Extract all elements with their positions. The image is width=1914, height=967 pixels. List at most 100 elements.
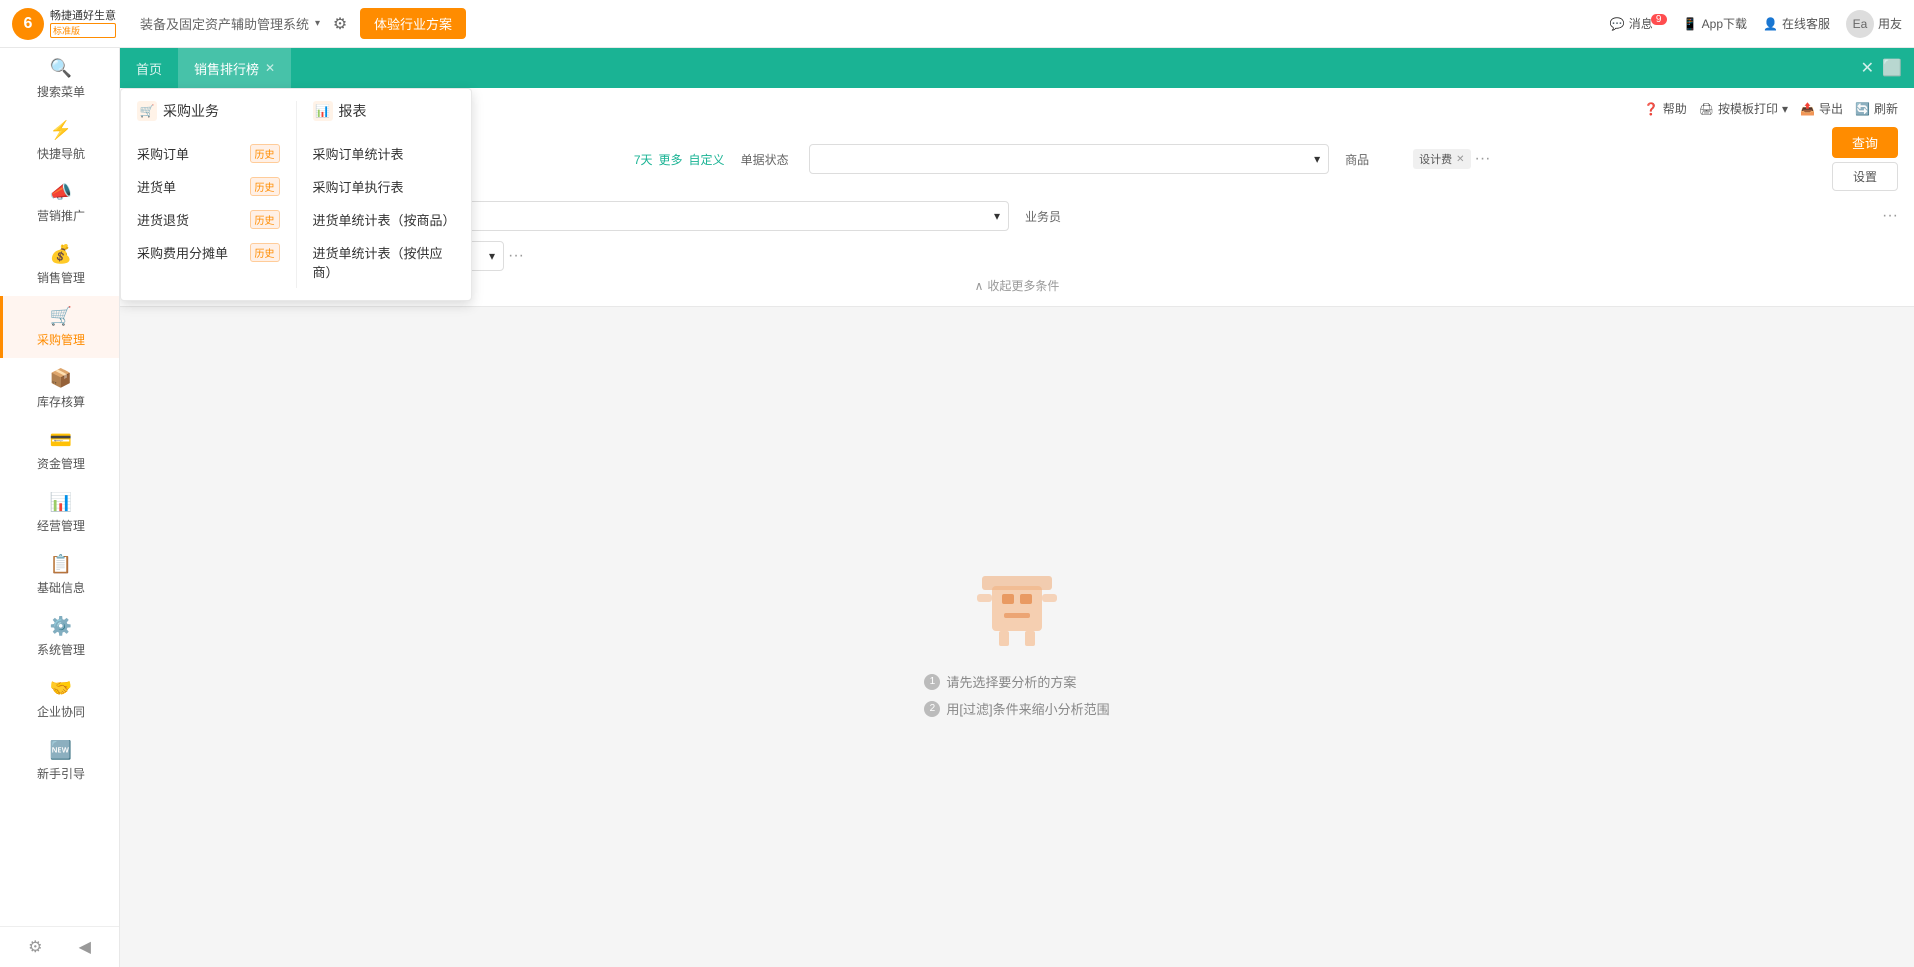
dropdown-item-stock-by-product[interactable]: 进货单统计表（按商品） bbox=[313, 203, 456, 236]
dropdown-item-stock-in[interactable]: 进货单 历史 bbox=[137, 170, 280, 203]
sidebar-item-basic-info[interactable]: 📋 基础信息 bbox=[0, 544, 119, 606]
sidebar-item-sales[interactable]: 💰 销售管理 bbox=[0, 234, 119, 296]
message-label: 消息 bbox=[1629, 15, 1653, 32]
print-action[interactable]: 🖨 按模板打印 ▾ bbox=[1699, 100, 1788, 117]
dropdown-item-po-exec[interactable]: 采购订单执行表 bbox=[313, 170, 456, 203]
customer-dots[interactable]: ··· bbox=[508, 247, 524, 265]
salesman-dots[interactable]: ··· bbox=[1882, 207, 1898, 225]
sidebar-item-finance[interactable]: 💳 资金管理 bbox=[0, 420, 119, 482]
top-header: 6 畅捷通好生意 标准版 装备及固定资产辅助管理系统 ▾ ⚙ 体验行业方案 💬 … bbox=[0, 0, 1914, 48]
dropdown-item-stock-in-label: 进货单 bbox=[137, 177, 176, 196]
salesman-group: 业务员 ··· bbox=[1025, 207, 1898, 225]
logo-area: 6 畅捷通好生意 标准版 bbox=[12, 8, 132, 40]
system-title-area: 装备及固定资产辅助管理系统 ▾ ⚙ 体验行业方案 bbox=[140, 8, 1602, 39]
customer-chevron: ▾ bbox=[489, 249, 495, 263]
product-label: 商品 bbox=[1345, 151, 1405, 168]
brand-badge: 标准版 bbox=[50, 23, 116, 38]
content-area: 首页 销售排行榜 ✕ ✕ ⬜ ❓ 帮助 🖨 按模板打印 bbox=[120, 48, 1914, 967]
setting-button[interactable]: 设置 bbox=[1832, 162, 1898, 191]
dropdown-menu: 🛒 采购业务 采购订单 历史 进货单 历史 进货退货 历史 bbox=[120, 88, 472, 301]
sidebar-item-enterprise[interactable]: 🤝 企业协同 bbox=[0, 668, 119, 730]
print-chevron: ▾ bbox=[1782, 102, 1788, 116]
history-badge-1: 历史 bbox=[250, 177, 280, 196]
report-header-icon: 📊 bbox=[313, 101, 333, 121]
dropdown-item-stock-return-label: 进货退货 bbox=[137, 210, 189, 229]
app-download-action[interactable]: 📱 App下载 bbox=[1683, 15, 1747, 32]
tip-num-1: 1 bbox=[924, 674, 940, 690]
app-download-label: App下载 bbox=[1702, 15, 1747, 32]
refresh-label: 刷新 bbox=[1874, 100, 1898, 117]
gear-button[interactable]: ⚙ bbox=[326, 10, 354, 38]
dropdown-item-purchase-order[interactable]: 采购订单 历史 bbox=[137, 137, 280, 170]
print-label: 按模板打印 bbox=[1718, 100, 1778, 117]
product-filter-dots[interactable]: ··· bbox=[1475, 150, 1491, 168]
finance-icon: 💳 bbox=[50, 430, 72, 451]
export-label: 导出 bbox=[1819, 100, 1843, 117]
enterprise-icon: 🤝 bbox=[50, 678, 72, 699]
dropdown-item-stock-by-supplier[interactable]: 进货单统计表（按供应商） bbox=[313, 236, 456, 288]
shortcut-more[interactable]: 更多 bbox=[659, 151, 683, 168]
voucher-status-select[interactable]: ▾ bbox=[809, 144, 1330, 174]
refresh-icon: 🔄 bbox=[1855, 102, 1870, 116]
sidebar-item-search[interactable]: 🔍 搜索菜单 bbox=[0, 48, 119, 110]
dropdown-item-stock-by-supplier-label: 进货单统计表（按供应商） bbox=[313, 243, 456, 281]
settings-bottom-btn[interactable]: ⚙ bbox=[28, 937, 42, 957]
maximize-window-btn[interactable]: ⬜ bbox=[1882, 58, 1902, 78]
sidebar: 🔍 搜索菜单 ⚡ 快捷导航 📣 营销推广 💰 销售管理 🛒 采购管理 📦 库存核… bbox=[0, 48, 120, 967]
help-icon: ❓ bbox=[1644, 102, 1659, 116]
sidebar-item-operations[interactable]: 📊 经营管理 bbox=[0, 482, 119, 544]
main-layout: 🔍 搜索菜单 ⚡ 快捷导航 📣 营销推广 💰 销售管理 🛒 采购管理 📦 库存核… bbox=[0, 48, 1914, 967]
sidebar-item-marketing[interactable]: 📣 营销推广 bbox=[0, 172, 119, 234]
tab-home[interactable]: 首页 bbox=[120, 48, 178, 88]
sidebar-label-finance: 资金管理 bbox=[37, 455, 85, 472]
message-action[interactable]: 💬 消息 9 bbox=[1610, 15, 1667, 32]
sidebar-label-guide: 新手引导 bbox=[37, 765, 85, 782]
online-service-action[interactable]: 👤 在线客服 bbox=[1763, 15, 1830, 32]
dropdown-item-po-stats[interactable]: 采购订单统计表 bbox=[313, 137, 456, 170]
close-window-btn[interactable]: ✕ bbox=[1861, 58, 1874, 78]
tab-sales-rank-label: 销售排行榜 bbox=[194, 59, 259, 78]
industry-btn[interactable]: 体验行业方案 bbox=[360, 8, 466, 39]
dropdown-item-stock-return[interactable]: 进货退货 历史 bbox=[137, 203, 280, 236]
sidebar-label-enterprise: 企业协同 bbox=[37, 703, 85, 720]
sidebar-item-quick-nav[interactable]: ⚡ 快捷导航 bbox=[0, 110, 119, 172]
user-action[interactable]: Ea 用友 bbox=[1846, 10, 1902, 38]
sidebar-item-system[interactable]: ⚙️ 系统管理 bbox=[0, 606, 119, 668]
dropdown-item-purchase-expense-label: 采购费用分摊单 bbox=[137, 243, 228, 262]
system-title-text: 装备及固定资产辅助管理系统 bbox=[140, 14, 309, 33]
chevron-down-icon[interactable]: ▾ bbox=[315, 18, 320, 29]
sidebar-label-search: 搜索菜单 bbox=[37, 83, 85, 100]
collapse-button[interactable]: ∧ 收起更多条件 bbox=[975, 277, 1060, 294]
date-shortcuts: 7天 更多 自定义 bbox=[634, 151, 725, 168]
query-button[interactable]: 查询 bbox=[1832, 127, 1898, 158]
salesman-label: 业务员 bbox=[1025, 208, 1085, 225]
purchase-header-icon: 🛒 bbox=[137, 101, 157, 121]
export-action[interactable]: 📤 导出 bbox=[1800, 100, 1843, 117]
voucher-status-label: 单据状态 bbox=[741, 151, 801, 168]
refresh-action[interactable]: 🔄 刷新 bbox=[1855, 100, 1898, 117]
dropdown-report-header: 📊 报表 bbox=[313, 101, 456, 127]
shortcut-7days[interactable]: 7天 bbox=[634, 151, 653, 168]
tab-sales-rank[interactable]: 销售排行榜 ✕ bbox=[178, 48, 291, 88]
collapse-sidebar-btn[interactable]: ◀ bbox=[79, 937, 91, 957]
history-badge-0: 历史 bbox=[250, 144, 280, 163]
tip-text-2: 用[过滤]条件来缩小分析范围 bbox=[946, 699, 1109, 718]
product-filter-group: 商品 设计费 ✕ ··· bbox=[1345, 149, 1816, 169]
guide-icon: 🆕 bbox=[50, 740, 72, 761]
inventory-icon: 📦 bbox=[50, 368, 72, 389]
user-avatar: Ea bbox=[1846, 10, 1874, 38]
dropdown-purchase-col: 🛒 采购业务 采购订单 历史 进货单 历史 进货退货 历史 bbox=[121, 101, 297, 288]
export-icon: 📤 bbox=[1800, 102, 1815, 116]
product-tag-close[interactable]: ✕ bbox=[1456, 154, 1464, 165]
tab-close-icon[interactable]: ✕ bbox=[265, 61, 275, 75]
help-action[interactable]: ❓ 帮助 bbox=[1644, 100, 1687, 117]
sidebar-item-purchase[interactable]: 🛒 采购管理 bbox=[0, 296, 119, 358]
service-icon: 👤 bbox=[1763, 17, 1778, 31]
message-badge: 9 bbox=[1651, 14, 1667, 25]
sidebar-item-inventory[interactable]: 📦 库存核算 bbox=[0, 358, 119, 420]
voucher-status-group: 单据状态 ▾ bbox=[741, 144, 1330, 174]
shortcut-custom[interactable]: 自定义 bbox=[689, 151, 725, 168]
sidebar-item-guide[interactable]: 🆕 新手引导 bbox=[0, 730, 119, 792]
online-service-label: 在线客服 bbox=[1782, 15, 1830, 32]
dropdown-item-purchase-expense[interactable]: 采购费用分摊单 历史 bbox=[137, 236, 280, 269]
